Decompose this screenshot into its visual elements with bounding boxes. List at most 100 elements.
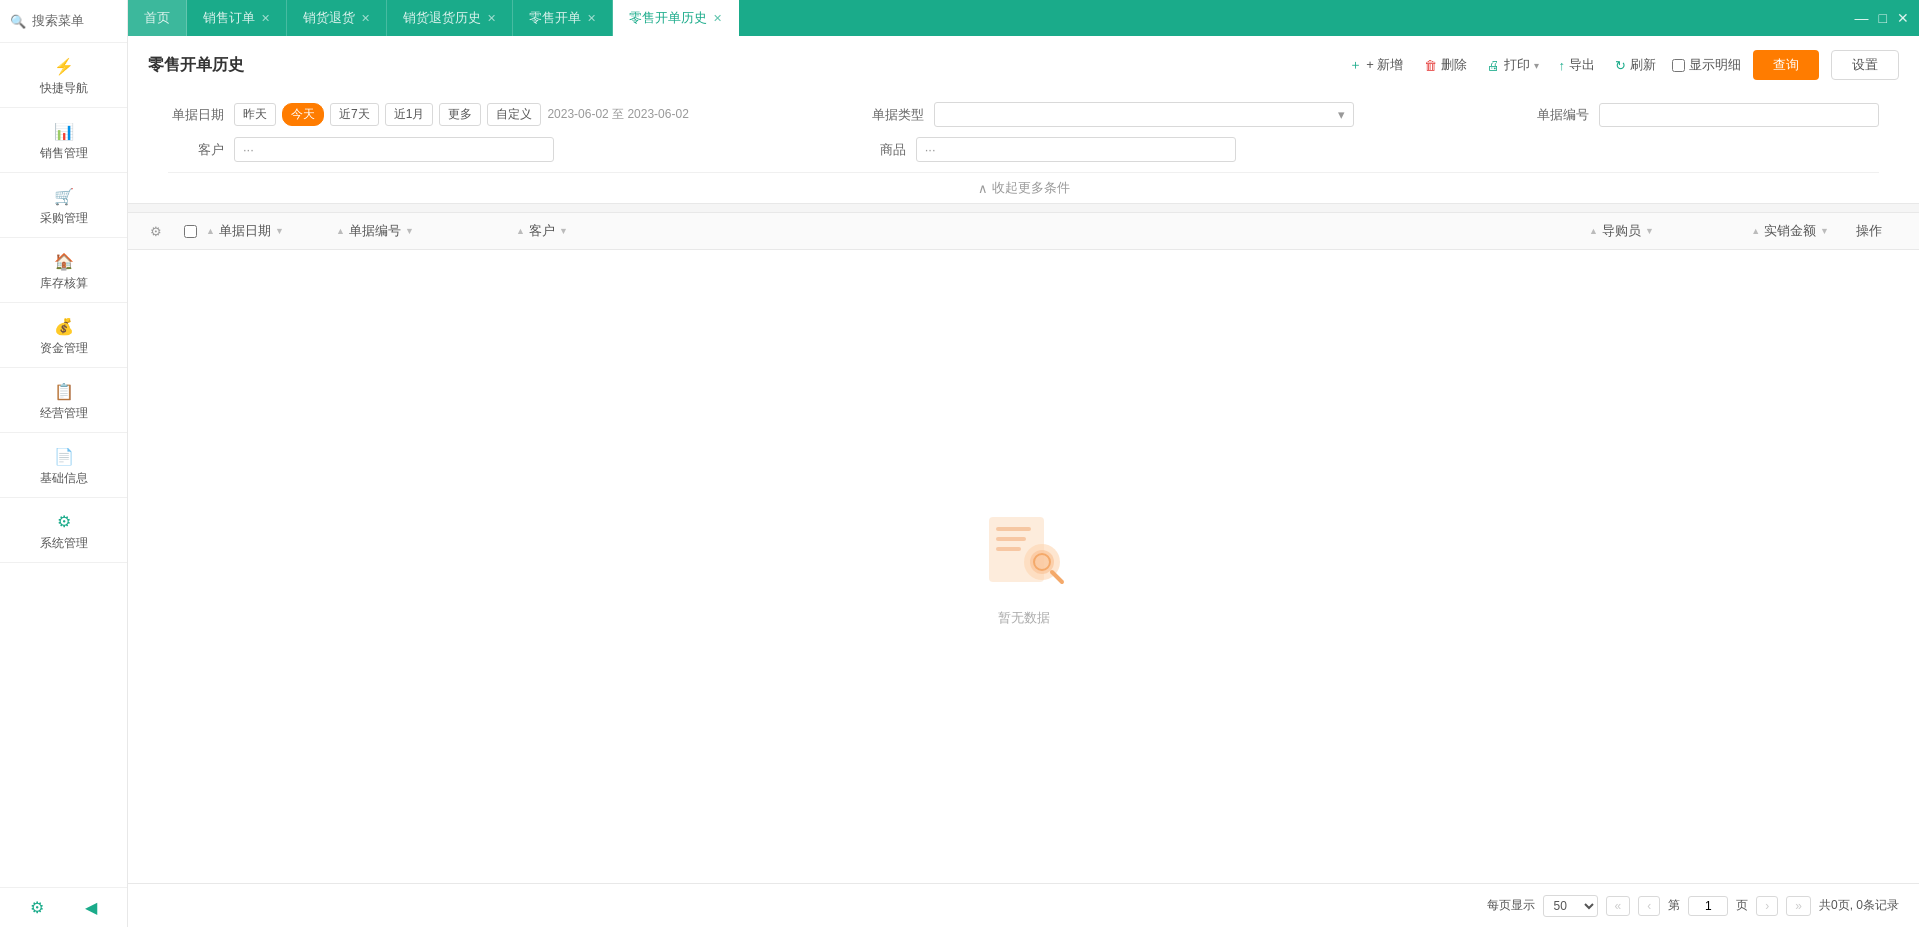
doc-type-select[interactable]: ▾ — [934, 102, 1354, 127]
sidebar-item-operation[interactable]: 📋 经营管理 — [0, 368, 127, 433]
first-page-btn[interactable]: « — [1606, 896, 1631, 916]
next-page-btn[interactable]: › — [1756, 896, 1778, 916]
select-all-checkbox[interactable] — [184, 225, 197, 238]
refresh-button[interactable]: ↻ 刷新 — [1611, 54, 1660, 76]
basic-label: 基础信息 — [40, 470, 88, 487]
th-checkbox[interactable] — [174, 225, 206, 238]
basic-icon: 📄 — [54, 447, 74, 466]
tab-label-sales-order: 销售订单 — [203, 9, 255, 27]
operation-icon: 📋 — [54, 382, 74, 401]
tab-close-sales-order[interactable]: ✕ — [261, 12, 270, 25]
sidebar-item-finance[interactable]: 💰资金管理 — [0, 303, 127, 368]
add-label: + 新增 — [1366, 56, 1403, 74]
doc-type-label: 单据类型 — [868, 106, 924, 124]
sidebar-item-system[interactable]: ⚙系统管理 — [0, 498, 127, 563]
prev-page-btn[interactable]: ‹ — [1638, 896, 1660, 916]
sidebar-item-sales[interactable]: 📊销售管理 — [0, 108, 127, 173]
date-quick-group: 昨天 今天 近7天 近1月 更多 自定义 2023-06-02 至 2023-0… — [234, 103, 689, 126]
show-detail-input[interactable] — [1672, 59, 1685, 72]
sidebar-search[interactable]: 🔍 搜索菜单 — [0, 0, 127, 43]
doc-no-input[interactable] — [1599, 103, 1879, 127]
maximize-btn[interactable]: □ — [1879, 10, 1887, 26]
print-icon: 🖨 — [1487, 58, 1500, 73]
delete-button[interactable]: 🗑 删除 — [1420, 54, 1471, 76]
tab-sales-return-history[interactable]: 销货退货历史✕ — [387, 0, 513, 36]
tab-label-sales-return: 销货退货 — [303, 9, 355, 27]
svg-rect-1 — [996, 527, 1031, 531]
add-button[interactable]: ＋ + 新增 — [1345, 54, 1407, 76]
close-btn[interactable]: ✕ — [1897, 10, 1909, 26]
tab-close-sales-return[interactable]: ✕ — [361, 12, 370, 25]
total-info: 共0页, 0条记录 — [1819, 897, 1899, 914]
more-btn[interactable]: 更多 — [439, 103, 481, 126]
sort-desc-icon4: ▼ — [1645, 226, 1654, 236]
customer-select[interactable]: ··· — [234, 137, 554, 162]
sort-asc-icon5: ▲ — [1751, 226, 1760, 236]
delete-icon: 🗑 — [1424, 58, 1437, 73]
query-button[interactable]: 查询 — [1753, 50, 1819, 80]
collapse-bar[interactable]: ∧ 收起更多条件 — [168, 172, 1879, 203]
tab-retail-open-history[interactable]: 零售开单历史 ✕ — [613, 0, 739, 36]
sort-asc-icon4: ▲ — [1589, 226, 1598, 236]
delete-label: 删除 — [1441, 56, 1467, 74]
settings-button[interactable]: 设置 — [1831, 50, 1899, 80]
7days-btn[interactable]: 近7天 — [330, 103, 379, 126]
tab-close-retail-open[interactable]: ✕ — [587, 12, 596, 25]
filter-area: 单据日期 昨天 今天 近7天 近1月 更多 自定义 2023-06-02 至 2… — [148, 92, 1899, 203]
th-customer-label: 客户 — [529, 222, 555, 240]
operation-label: 经营管理 — [40, 405, 88, 422]
today-btn[interactable]: 今天 — [282, 103, 324, 126]
quick-nav-label: 快捷导航 — [40, 80, 88, 97]
column-settings-icon[interactable]: ⚙ — [150, 224, 162, 239]
sidebar: 🔍 搜索菜单 ⚡快捷导航📊销售管理🛒采购管理🏠库存核算💰资金管理 📋 经营管理 📄 基础… — [0, 0, 128, 927]
tab-label-retail-open-history: 零售开单历史 — [629, 9, 707, 27]
sidebar-settings-btn[interactable]: ⚙ — [30, 898, 44, 917]
sidebar-item-basic[interactable]: 📄 基础信息 — [0, 433, 127, 498]
th-action: 操作 — [1829, 222, 1909, 240]
customer-placeholder: ··· — [243, 142, 254, 157]
sidebar-item-purchase[interactable]: 🛒采购管理 — [0, 173, 127, 238]
tab-home[interactable]: 首页 — [128, 0, 187, 36]
custom-btn[interactable]: 自定义 — [487, 103, 541, 126]
svg-line-6 — [1052, 572, 1062, 582]
tab-sales-order[interactable]: 销售订单 ✕ — [187, 0, 287, 36]
tab-retail-open[interactable]: 零售开单✕ — [513, 0, 613, 36]
date-filter-label: 单据日期 — [168, 106, 224, 124]
goods-select[interactable]: ··· — [916, 137, 1236, 162]
finance-label: 资金管理 — [40, 340, 88, 357]
th-settings[interactable]: ⚙ — [138, 224, 174, 239]
th-customer: ▲ 客户 ▼ — [516, 222, 1589, 240]
sort-asc-icon2: ▲ — [336, 226, 345, 236]
minimize-btn[interactable]: — — [1855, 10, 1869, 26]
tab-sales-return[interactable]: 销货退货 ✕ — [287, 0, 387, 36]
per-page-select[interactable]: 50 100 200 — [1543, 895, 1598, 917]
export-button[interactable]: ↑ 导出 — [1555, 54, 1600, 76]
toolbar: ＋ + 新增 🗑 删除 🖨 打印 ▾ ↑ 导出 — [1345, 50, 1899, 80]
inventory-label: 库存核算 — [40, 275, 88, 292]
sidebar-item-inventory[interactable]: 🏠库存核算 — [0, 238, 127, 303]
th-action-label: 操作 — [1856, 222, 1882, 240]
show-detail-checkbox[interactable]: 显示明细 — [1672, 56, 1741, 74]
sidebar-collapse-btn[interactable]: ◀ — [85, 898, 97, 917]
print-button[interactable]: 🖨 打印 ▾ — [1483, 54, 1543, 76]
customer-label: 客户 — [168, 141, 224, 159]
th-amount-label: 实销金额 — [1764, 222, 1816, 240]
export-label: 导出 — [1569, 56, 1595, 74]
tab-label-home: 首页 — [144, 9, 170, 27]
page-input[interactable]: 1 — [1688, 896, 1728, 916]
tab-close-retail-open-history[interactable]: ✕ — [713, 12, 722, 25]
yesterday-btn[interactable]: 昨天 — [234, 103, 276, 126]
last-page-btn[interactable]: » — [1786, 896, 1811, 916]
add-icon: ＋ — [1349, 56, 1362, 74]
empty-text: 暂无数据 — [998, 609, 1050, 627]
sort-asc-icon: ▲ — [206, 226, 215, 236]
svg-rect-2 — [996, 537, 1026, 541]
page-header: 零售开单历史 ＋ + 新增 🗑 删除 🖨 打印 ▾ — [128, 36, 1919, 204]
goods-label: 商品 — [850, 141, 906, 159]
page-suffix: 页 — [1736, 897, 1748, 914]
th-date: ▲ 单据日期 ▼ — [206, 222, 336, 240]
sidebar-item-quick-nav[interactable]: ⚡快捷导航 — [0, 43, 127, 108]
tab-close-sales-return-history[interactable]: ✕ — [487, 12, 496, 25]
1month-btn[interactable]: 近1月 — [385, 103, 434, 126]
collapse-icon: ∧ — [978, 181, 988, 196]
